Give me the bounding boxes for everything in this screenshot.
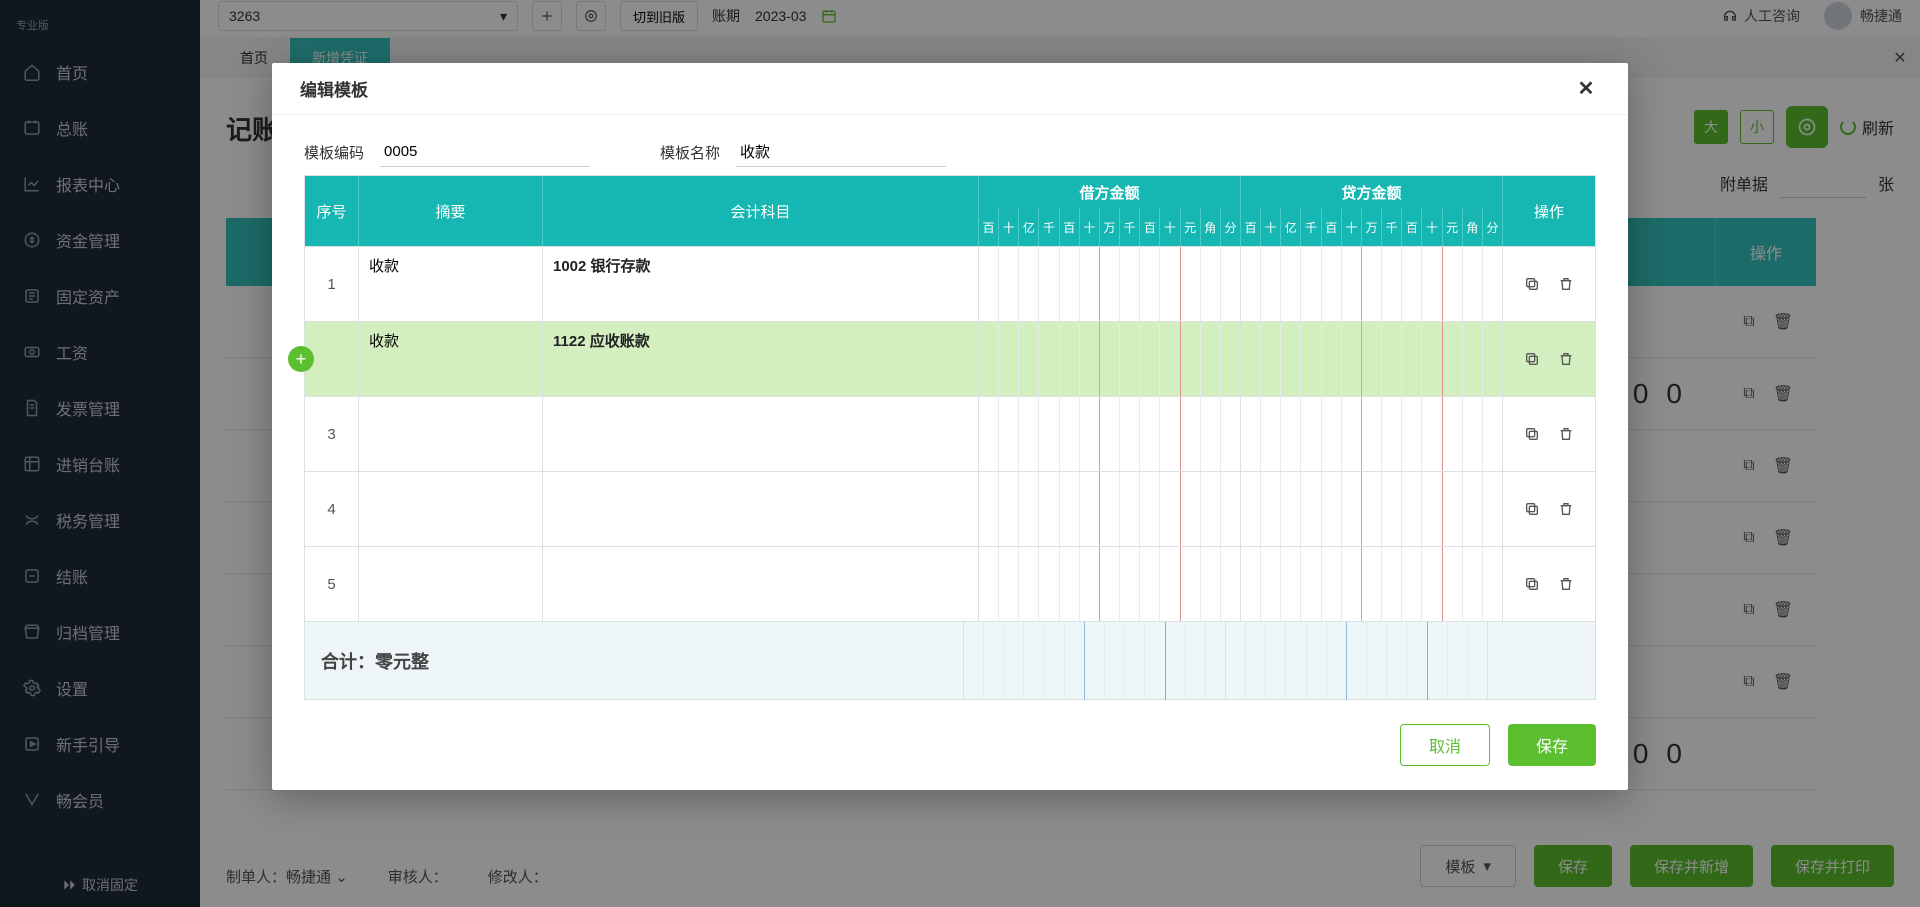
save-template-button[interactable]: 保存	[1508, 724, 1596, 766]
delete-row-icon[interactable]	[1556, 274, 1576, 294]
template-code-label: 模板编码	[304, 142, 364, 163]
template-row[interactable]: 4	[305, 471, 1595, 546]
row-ops	[1503, 547, 1595, 621]
template-form: 模板编码 模板名称	[272, 115, 1628, 175]
row-account[interactable]	[543, 547, 979, 621]
row-abstract[interactable]	[359, 472, 543, 546]
col-seq: 序号	[305, 176, 359, 246]
delete-row-icon[interactable]	[1556, 349, 1576, 369]
col-debit: 借方金额 百十亿千百十万千百十元角分	[979, 176, 1241, 246]
template-name-label: 模板名称	[660, 142, 720, 163]
modal-footer: 取消 保存	[272, 700, 1628, 766]
template-code-input[interactable]	[380, 137, 590, 167]
copy-row-icon[interactable]	[1522, 574, 1542, 594]
row-abstract[interactable]	[359, 547, 543, 621]
template-name-input[interactable]	[736, 137, 946, 167]
col-ops: 操作	[1503, 176, 1595, 246]
row-account[interactable]	[543, 397, 979, 471]
modal-close-button[interactable]: ✕	[1572, 75, 1600, 103]
template-table-body: 1收款1002 银行存款+收款1122 应收账款345	[305, 246, 1595, 621]
cancel-button[interactable]: 取消	[1400, 724, 1490, 766]
row-seq: +	[305, 322, 359, 396]
col-account: 会计科目	[543, 176, 979, 246]
row-seq: 4	[305, 472, 359, 546]
delete-row-icon[interactable]	[1556, 499, 1576, 519]
template-row[interactable]: 5	[305, 546, 1595, 621]
copy-row-icon[interactable]	[1522, 499, 1542, 519]
row-ops	[1503, 397, 1595, 471]
delete-row-icon[interactable]	[1556, 424, 1576, 444]
row-seq: 3	[305, 397, 359, 471]
add-row-button[interactable]: +	[288, 346, 314, 372]
template-table: 序号 摘要 会计科目 借方金额 百十亿千百十万千百十元角分 贷方金额 百十亿千百…	[304, 175, 1596, 700]
row-seq: 5	[305, 547, 359, 621]
row-ops	[1503, 472, 1595, 546]
col-abstract: 摘要	[359, 176, 543, 246]
template-total-row: 合计：零元整	[305, 621, 1595, 699]
delete-row-icon[interactable]	[1556, 574, 1576, 594]
copy-row-icon[interactable]	[1522, 274, 1542, 294]
row-account[interactable]: 1002 银行存款	[543, 247, 979, 321]
total-label: 合计：零元整	[321, 648, 429, 674]
row-ops	[1503, 247, 1595, 321]
row-seq: 1	[305, 247, 359, 321]
row-ops	[1503, 322, 1595, 396]
row-abstract[interactable]: 收款	[359, 322, 543, 396]
edit-template-modal: 编辑模板 ✕ 模板编码 模板名称 序号 摘要 会计科目 借方金额 百十亿千百十万…	[272, 63, 1628, 790]
row-abstract[interactable]	[359, 397, 543, 471]
col-credit: 贷方金额 百十亿千百十万千百十元角分	[1241, 176, 1503, 246]
copy-row-icon[interactable]	[1522, 424, 1542, 444]
debit-units: 百十亿千百十万千百十元角分	[979, 208, 1240, 246]
template-row[interactable]: +收款1122 应收账款	[305, 321, 1595, 396]
credit-units: 百十亿千百十万千百十元角分	[1241, 208, 1502, 246]
row-abstract[interactable]: 收款	[359, 247, 543, 321]
copy-row-icon[interactable]	[1522, 349, 1542, 369]
modal-header: 编辑模板 ✕	[272, 63, 1628, 115]
template-row[interactable]: 1收款1002 银行存款	[305, 246, 1595, 321]
row-account[interactable]	[543, 472, 979, 546]
template-table-header: 序号 摘要 会计科目 借方金额 百十亿千百十万千百十元角分 贷方金额 百十亿千百…	[305, 176, 1595, 246]
template-row[interactable]: 3	[305, 396, 1595, 471]
modal-title: 编辑模板	[300, 76, 368, 101]
row-account[interactable]: 1122 应收账款	[543, 322, 979, 396]
